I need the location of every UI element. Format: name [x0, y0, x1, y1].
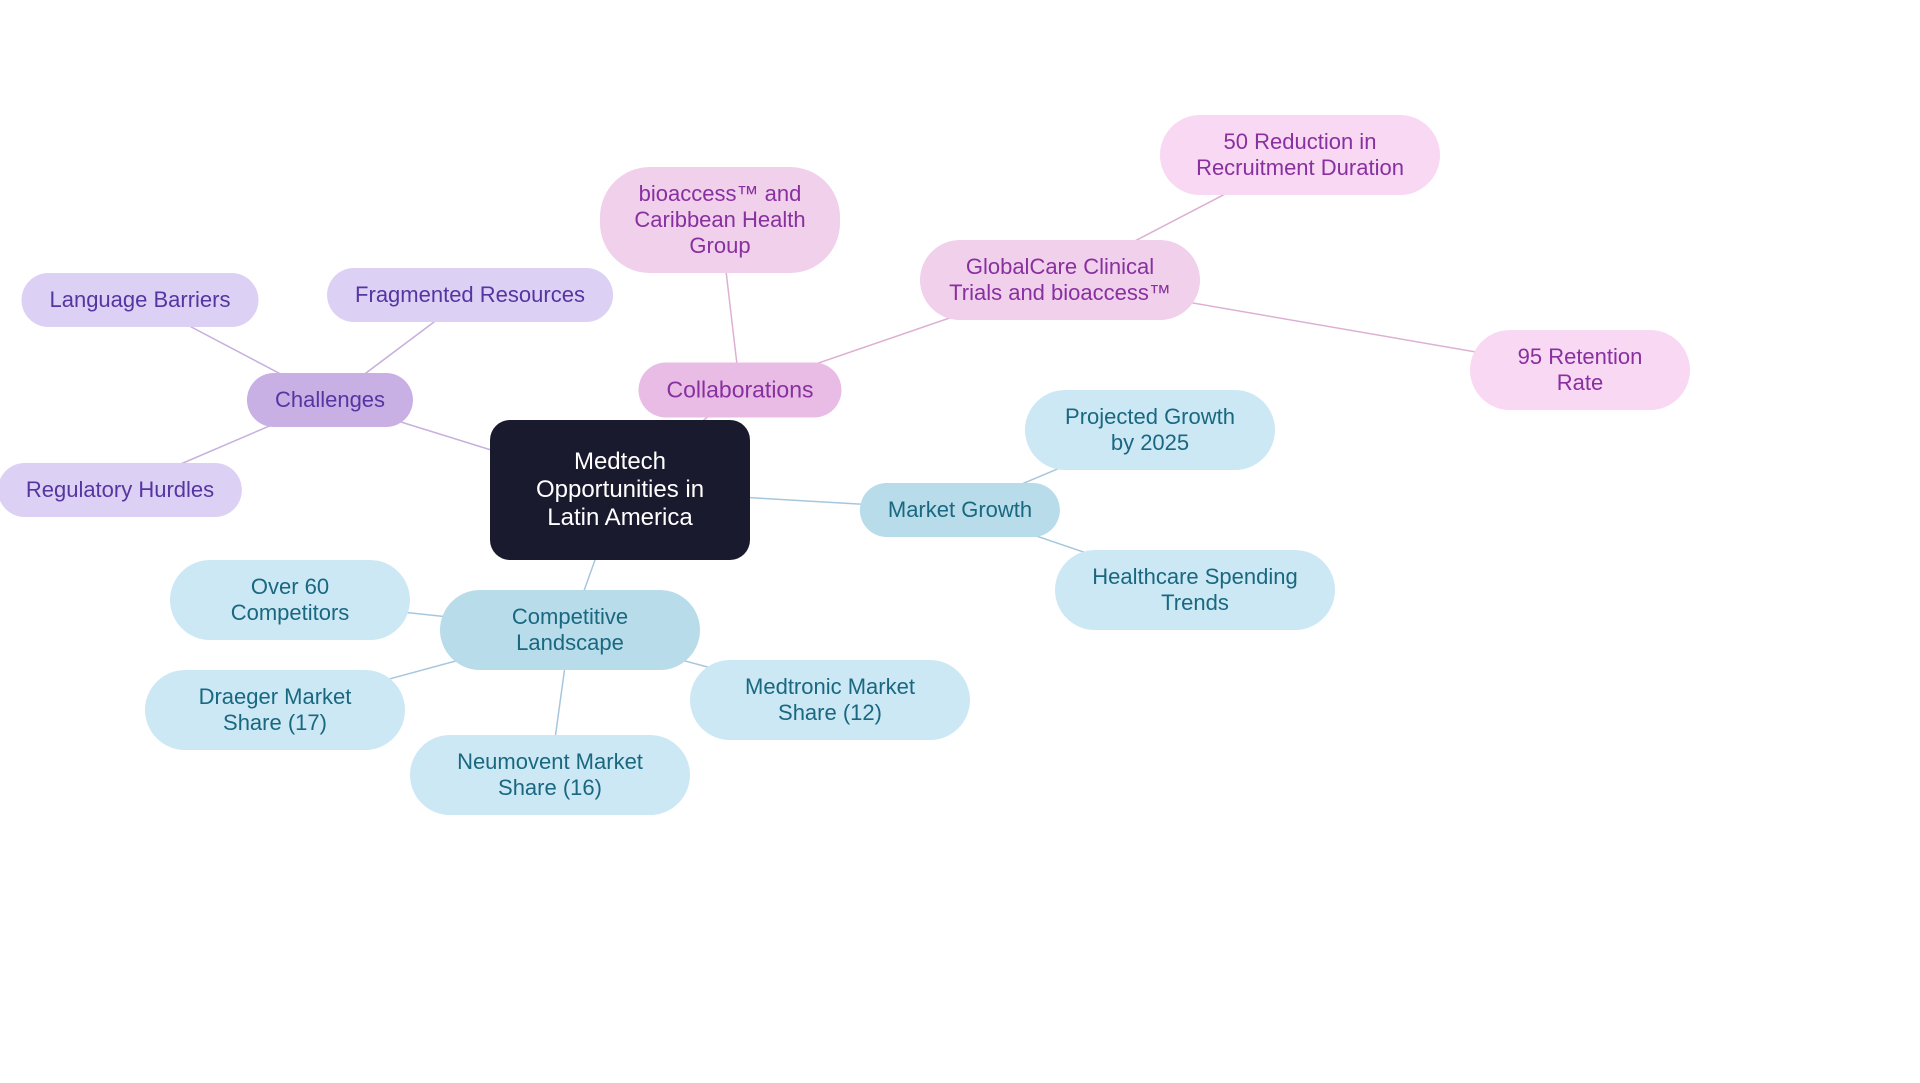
neumovent-label: Neumovent Market Share (16) [438, 749, 662, 801]
competitive-landscape-node[interactable]: Competitive Landscape [440, 590, 700, 670]
draeger-node[interactable]: Draeger Market Share (17) [145, 670, 405, 750]
language-barriers-label: Language Barriers [49, 287, 230, 313]
regulatory-hurdles-label: Regulatory Hurdles [26, 477, 214, 503]
bioaccess-caribbean-node[interactable]: bioaccess™ and Caribbean Health Group [600, 167, 840, 273]
over-60-node[interactable]: Over 60 Competitors [170, 560, 410, 640]
medtronic-node[interactable]: Medtronic Market Share (12) [690, 660, 970, 740]
healthcare-spending-label: Healthcare Spending Trends [1083, 564, 1307, 616]
regulatory-hurdles-node[interactable]: Regulatory Hurdles [0, 463, 242, 517]
projected-growth-node[interactable]: Projected Growth by 2025 [1025, 390, 1275, 470]
medtronic-label: Medtronic Market Share (12) [718, 674, 942, 726]
competitive-landscape-label: Competitive Landscape [468, 604, 672, 656]
center-node[interactable]: Medtech Opportunities in Latin America [490, 420, 750, 560]
over-60-label: Over 60 Competitors [198, 574, 382, 626]
language-barriers-node[interactable]: Language Barriers [21, 273, 258, 327]
challenges-node[interactable]: Challenges [247, 373, 413, 427]
center-label: Medtech Opportunities in Latin America [526, 448, 714, 532]
bioaccess-caribbean-label: bioaccess™ and Caribbean Health Group [628, 181, 812, 259]
reduction-recruitment-label: 50 Reduction in Recruitment Duration [1188, 129, 1412, 181]
challenges-label: Challenges [275, 387, 385, 413]
draeger-label: Draeger Market Share (17) [173, 684, 377, 736]
market-growth-label: Market Growth [888, 497, 1032, 523]
globalcare-node[interactable]: GlobalCare Clinical Trials and bioaccess… [920, 240, 1200, 320]
collaborations-label: Collaborations [666, 377, 813, 404]
collaborations-node[interactable]: Collaborations [638, 363, 841, 418]
fragmented-resources-node[interactable]: Fragmented Resources [327, 268, 613, 322]
retention-rate-node[interactable]: 95 Retention Rate [1470, 330, 1690, 410]
fragmented-resources-label: Fragmented Resources [355, 282, 585, 308]
globalcare-label: GlobalCare Clinical Trials and bioaccess… [948, 254, 1172, 306]
market-growth-node[interactable]: Market Growth [860, 483, 1060, 537]
projected-growth-label: Projected Growth by 2025 [1053, 404, 1247, 456]
neumovent-node[interactable]: Neumovent Market Share (16) [410, 735, 690, 815]
healthcare-spending-node[interactable]: Healthcare Spending Trends [1055, 550, 1335, 630]
retention-rate-label: 95 Retention Rate [1498, 344, 1662, 396]
reduction-recruitment-node[interactable]: 50 Reduction in Recruitment Duration [1160, 115, 1440, 195]
